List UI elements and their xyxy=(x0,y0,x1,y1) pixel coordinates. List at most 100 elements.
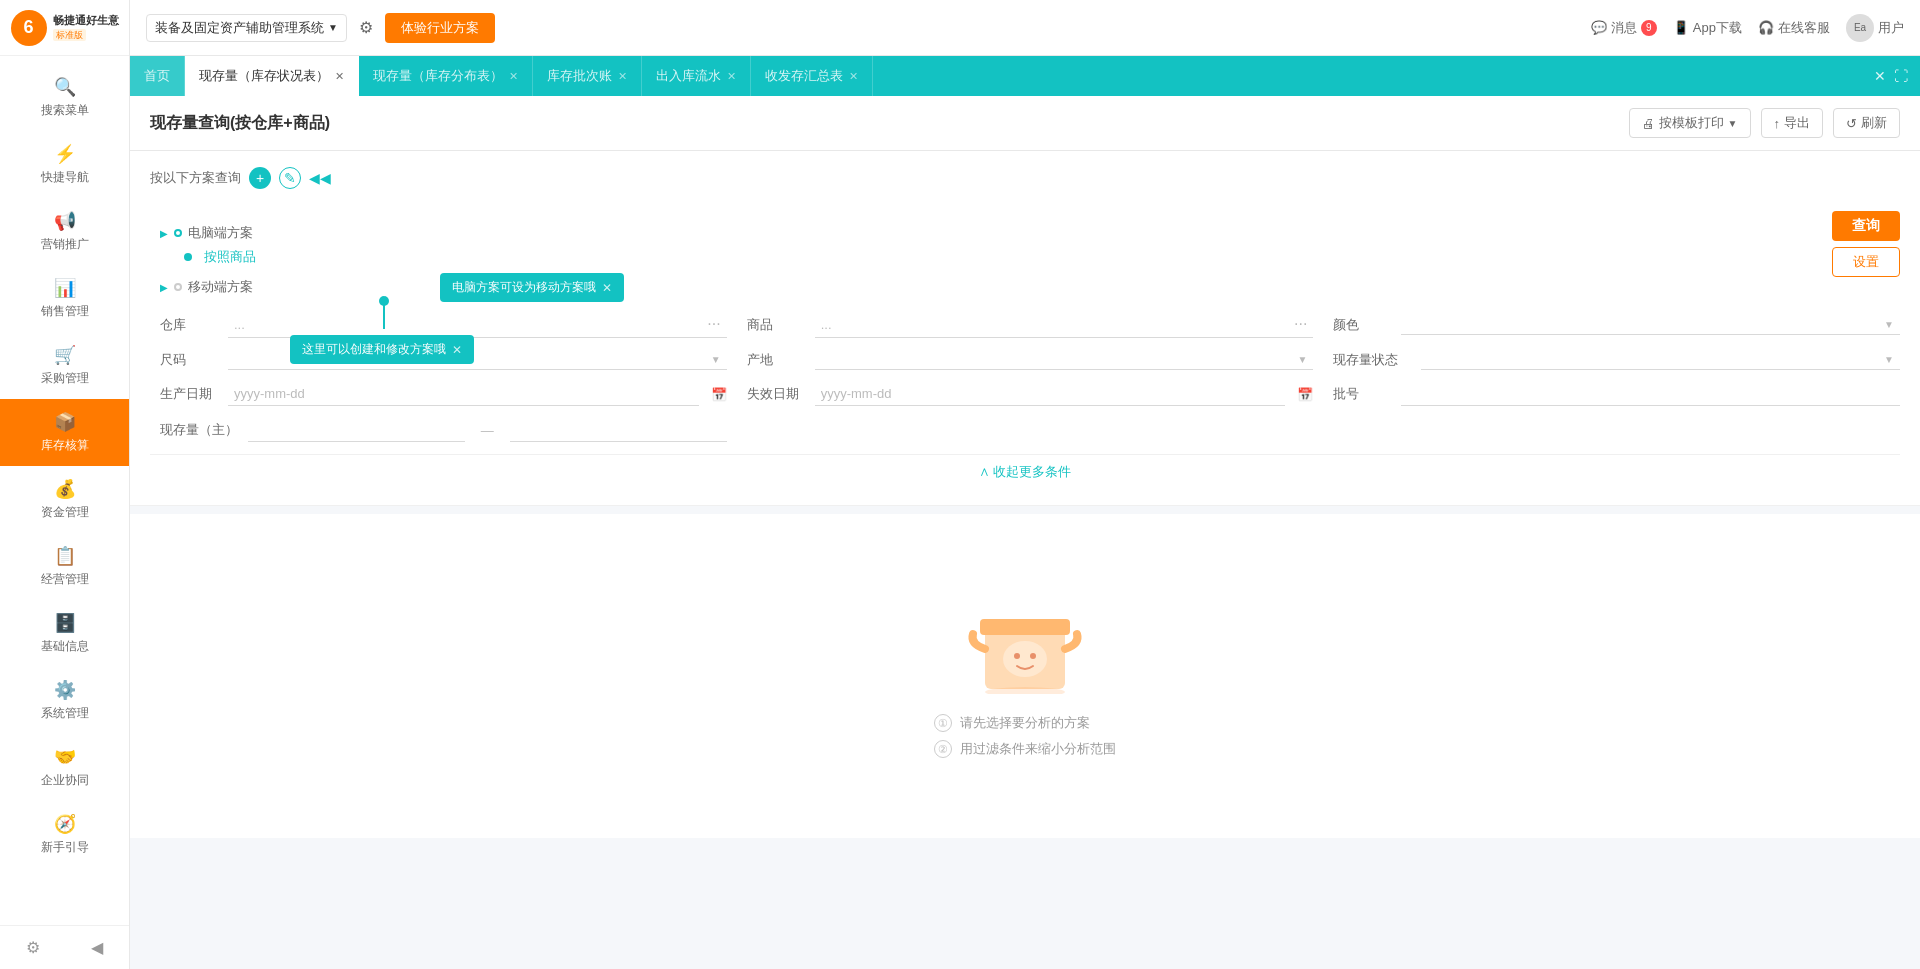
search-btn-group: 查询 设置 xyxy=(1832,211,1900,277)
sidebar-item-quick[interactable]: ⚡ 快捷导航 xyxy=(0,131,129,198)
tab-close-inout-flow[interactable]: ✕ xyxy=(727,70,736,83)
add-scheme-btn[interactable]: + xyxy=(249,167,271,189)
fullscreen-btn[interactable]: ⛶ xyxy=(1894,68,1908,84)
user-menu-btn[interactable]: Ea 用户 xyxy=(1846,14,1904,42)
tooltip1-close-btn[interactable]: ✕ xyxy=(602,281,612,295)
industry-btn[interactable]: 体验行业方案 xyxy=(385,13,495,43)
batch-label: 批号 xyxy=(1333,385,1393,403)
desktop-expand-icon: ▶ xyxy=(160,228,168,239)
export-icon: ↑ xyxy=(1774,116,1781,131)
step-num-2: ② xyxy=(934,740,952,758)
production-date-label: 生产日期 xyxy=(160,385,220,403)
sidebar-item-base[interactable]: 🗄️ 基础信息 xyxy=(0,600,129,667)
tab-collect-summary[interactable]: 收发存汇总表 ✕ xyxy=(751,56,873,96)
stock-status-select[interactable]: ▼ xyxy=(1421,350,1900,370)
step-num-1: ① xyxy=(934,714,952,732)
expiry-date-input[interactable] xyxy=(815,382,1286,406)
mobile-scheme-node[interactable]: ▶ 移动端方案 xyxy=(160,275,1900,299)
color-label: 颜色 xyxy=(1333,316,1393,334)
tab-inventory-status[interactable]: 现存量（库存状况表） ✕ xyxy=(185,56,359,96)
print-template-btn[interactable]: 🖨 按模板打印 ▼ xyxy=(1629,108,1751,138)
tab-batch-ledger[interactable]: 库存批次账 ✕ xyxy=(533,56,642,96)
filter-warehouse: 仓库 ... ··· xyxy=(160,311,727,338)
tab-home[interactable]: 首页 xyxy=(130,56,185,96)
filter-batch: 批号 xyxy=(1333,382,1900,406)
clipboard-icon: 📋 xyxy=(54,545,76,567)
system-name-selector[interactable]: 装备及固定资产辅助管理系统 ▼ xyxy=(146,14,347,42)
goods-dots: ··· xyxy=(1294,315,1307,333)
size-label: 尺码 xyxy=(160,351,220,369)
sidebar-item-sales[interactable]: 📊 销售管理 xyxy=(0,265,129,332)
filter-header: 按以下方案查询 + ✎ ◀◀ xyxy=(150,167,1900,189)
desktop-scheme-dot xyxy=(174,229,182,237)
scheme-tree: ▶ 电脑端方案 按照商品 ▶ 移动端方案 xyxy=(160,201,1900,299)
filter-stock-qty: 现存量（主） — xyxy=(160,418,727,442)
notification-btn[interactable]: 💬 消息 9 xyxy=(1591,19,1657,37)
prev-scheme-btn[interactable]: ◀◀ xyxy=(309,170,331,186)
megaphone-icon: 📢 xyxy=(54,210,76,232)
tab-close-batch-ledger[interactable]: ✕ xyxy=(618,70,627,83)
sidebar-item-marketing[interactable]: 📢 营销推广 xyxy=(0,198,129,265)
filter-row-3: 生产日期 📅 失效日期 📅 批号 xyxy=(160,382,1900,406)
warehouse-select[interactable]: ... ··· xyxy=(228,311,727,338)
tab-close-inventory-status[interactable]: ✕ xyxy=(335,70,344,83)
collapse-more-btn[interactable]: ∧ 收起更多条件 xyxy=(150,454,1900,489)
tab-close-collect-summary[interactable]: ✕ xyxy=(849,70,858,83)
empty-step-2: ② 用过滤条件来缩小分析范围 xyxy=(934,740,1116,758)
desktop-scheme-node[interactable]: ▶ 电脑端方案 xyxy=(160,221,1900,245)
sidebar-item-search[interactable]: 🔍 搜索菜单 xyxy=(0,64,129,131)
refresh-btn[interactable]: ↺ 刷新 xyxy=(1833,108,1900,138)
page-title: 现存量查询(按仓库+商品) xyxy=(150,113,330,134)
chart-icon: 📊 xyxy=(54,277,76,299)
logo-text: 畅捷通好生意 标准版 xyxy=(53,13,119,42)
goods-select[interactable]: ... ··· xyxy=(815,311,1314,338)
stock-qty-min-input[interactable] xyxy=(248,418,465,442)
filter-color: 颜色 ▼ xyxy=(1333,311,1900,338)
filter-production-date: 生产日期 📅 xyxy=(160,382,727,406)
header-settings-btn[interactable]: ⚙ xyxy=(359,18,373,37)
filter-origin: 产地 ▼ xyxy=(747,350,1314,370)
edit-scheme-btn[interactable]: ✎ xyxy=(279,167,301,189)
mobile-scheme-dot xyxy=(174,283,182,291)
tab-close-inventory-dist[interactable]: ✕ xyxy=(509,70,518,83)
sidebar-item-system[interactable]: ⚙️ 系统管理 xyxy=(0,667,129,734)
sidebar-item-guide[interactable]: 🧭 新手引导 xyxy=(0,801,129,868)
online-service-btn[interactable]: 🎧 在线客服 xyxy=(1758,19,1830,37)
sidebar-item-purchase[interactable]: 🛒 采购管理 xyxy=(0,332,129,399)
stock-qty-max-input[interactable] xyxy=(510,418,727,442)
sidebar-item-inventory[interactable]: 📦 库存核算 xyxy=(0,399,129,466)
svg-point-3 xyxy=(1014,653,1020,659)
phone-icon: 📱 xyxy=(1673,20,1689,35)
svg-point-2 xyxy=(1003,641,1047,677)
close-all-tabs-btn[interactable]: ✕ xyxy=(1874,68,1886,84)
size-select-arrow: ▼ xyxy=(711,354,721,365)
tooltip2-close-btn[interactable]: ✕ xyxy=(452,343,462,357)
filter-expiry-date: 失效日期 📅 xyxy=(747,382,1314,406)
stock-status-select-arrow: ▼ xyxy=(1884,354,1894,365)
reset-btn[interactable]: 设置 xyxy=(1832,247,1900,277)
sidebar-item-operation[interactable]: 📋 经营管理 xyxy=(0,533,129,600)
compass-icon: 🧭 xyxy=(54,813,76,835)
goods-scheme-dot xyxy=(184,253,192,261)
tooltip-desktop-scheme: 电脑方案可设为移动方案哦 ✕ xyxy=(440,273,624,302)
connector-line xyxy=(383,299,385,329)
sidebar-item-finance[interactable]: 💰 资金管理 xyxy=(0,466,129,533)
search-btn[interactable]: 查询 xyxy=(1832,211,1900,241)
goods-label: 商品 xyxy=(747,316,807,334)
tabs-bar: 首页 现存量（库存状况表） ✕ 现存量（库存分布表） ✕ 库存批次账 ✕ 出入库… xyxy=(130,56,1920,96)
collapse-sidebar-btn[interactable]: ◀ xyxy=(91,938,103,957)
batch-input[interactable] xyxy=(1401,382,1900,406)
app-download-btn[interactable]: 📱 App下载 xyxy=(1673,19,1742,37)
origin-select[interactable]: ▼ xyxy=(815,350,1314,370)
tab-inout-flow[interactable]: 出入库流水 ✕ xyxy=(642,56,751,96)
calendar-icon-expiry[interactable]: 📅 xyxy=(1297,387,1313,402)
color-select[interactable]: ▼ xyxy=(1401,315,1900,335)
warehouse-label: 仓库 xyxy=(160,316,220,334)
tab-inventory-dist[interactable]: 现存量（库存分布表） ✕ xyxy=(359,56,533,96)
sidebar-item-enterprise[interactable]: 🤝 企业协同 xyxy=(0,734,129,801)
calendar-icon-prod[interactable]: 📅 xyxy=(711,387,727,402)
production-date-input[interactable] xyxy=(228,382,699,406)
settings-bottom-btn[interactable]: ⚙ xyxy=(26,938,40,957)
goods-scheme-node[interactable]: 按照商品 xyxy=(180,245,1900,269)
export-btn[interactable]: ↑ 导出 xyxy=(1761,108,1824,138)
